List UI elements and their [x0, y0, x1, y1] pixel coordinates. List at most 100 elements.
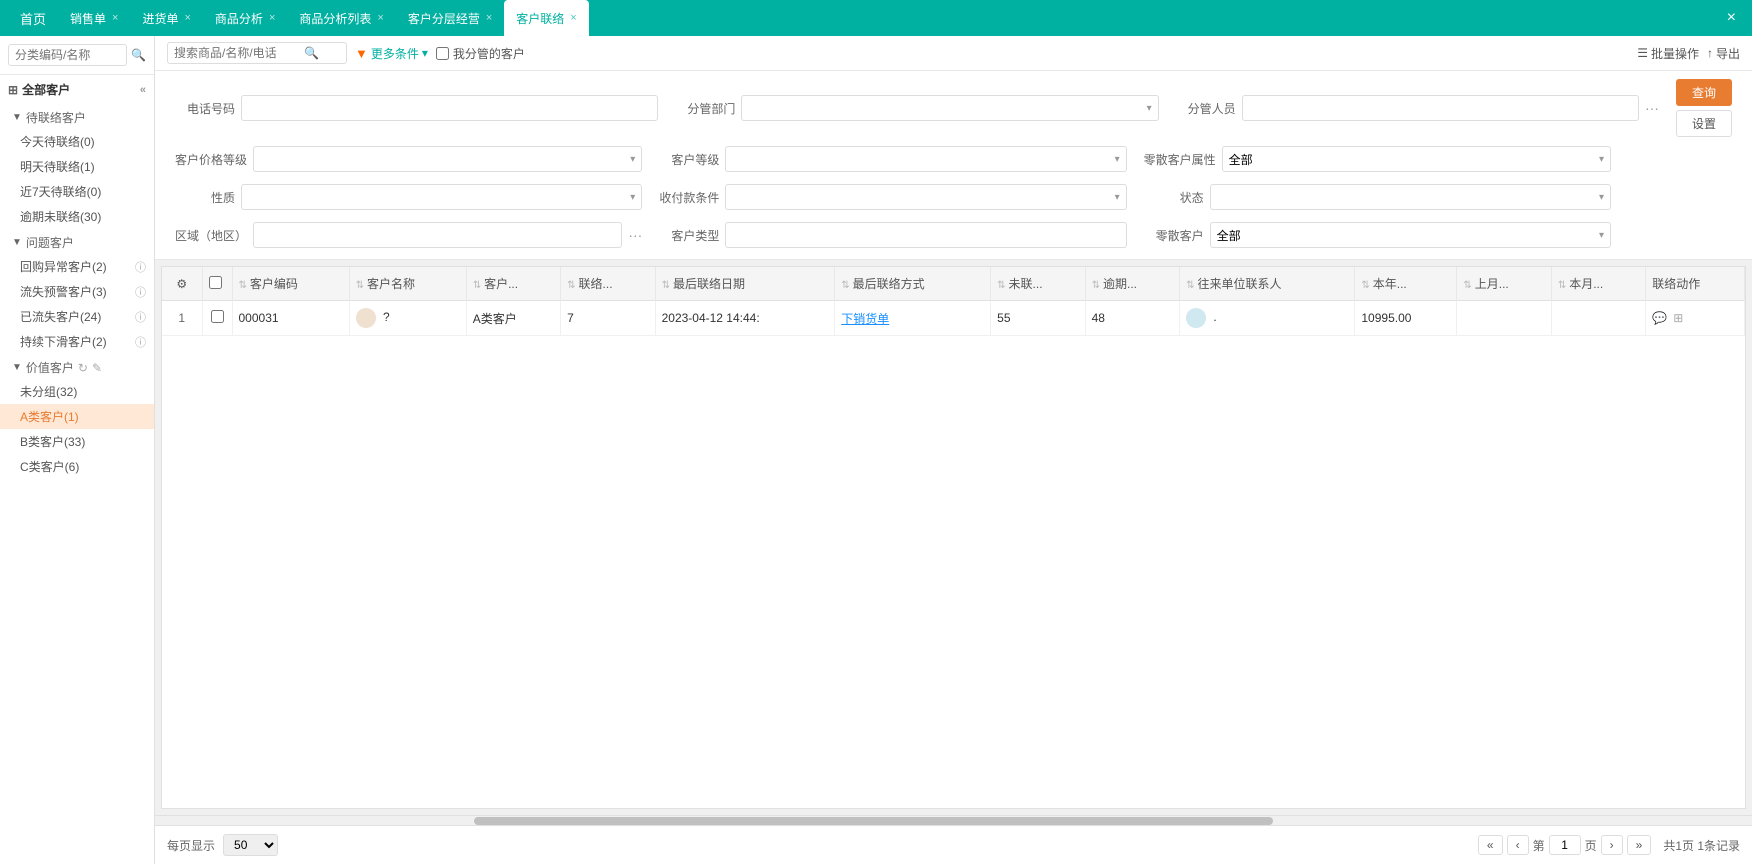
- price-level-select[interactable]: ▾: [253, 146, 642, 172]
- select-all-checkbox[interactable]: [209, 276, 222, 289]
- checkbox-column-header[interactable]: [202, 267, 232, 301]
- tab-customer-contact[interactable]: 客户联络 ×: [504, 0, 588, 36]
- sidebar-item-7days[interactable]: 近7天待联络(0): [0, 179, 154, 204]
- prev-page-btn[interactable]: ‹: [1507, 835, 1529, 855]
- value-customers-group[interactable]: ▼ 价值客户 ↻ ✎: [0, 354, 154, 379]
- sidebar-item-overdue[interactable]: 逾期未联络(30): [0, 204, 154, 229]
- manager-input[interactable]: [1242, 95, 1639, 121]
- tab-goods-analysis[interactable]: 商品分析 ×: [203, 0, 287, 36]
- sidebar-search-input[interactable]: [8, 44, 127, 66]
- phone-input[interactable]: [241, 95, 658, 121]
- sidebar-item-declining[interactable]: 持续下滑客户(2) ⓘ: [0, 329, 154, 354]
- retail-attr-select[interactable]: 全部 ▾: [1222, 146, 1611, 172]
- sidebar-item-churn-warning[interactable]: 流失预警客户(3) ⓘ: [0, 279, 154, 304]
- sidebar-item-class-c[interactable]: C类客户(6): [0, 454, 154, 479]
- filter-retail-customer: 零散客户 全部 ▾: [1136, 219, 1620, 251]
- info-icon-churn-warning: ⓘ: [135, 284, 146, 300]
- sidebar-item-churned[interactable]: 已流失客户(24) ⓘ: [0, 304, 154, 329]
- setting-button[interactable]: 设置: [1676, 110, 1732, 137]
- row-last-contact-method[interactable]: 下销货单: [835, 301, 991, 336]
- my-customers-checkbox[interactable]: [436, 47, 449, 60]
- sidebar-collapse-btn[interactable]: «: [140, 84, 146, 96]
- sidebar-item-ungrouped[interactable]: 未分组(32): [0, 379, 154, 404]
- close-customer-segment-tab[interactable]: ×: [486, 12, 492, 24]
- horizontal-scrollbar[interactable]: [155, 815, 1752, 825]
- sidebar-search-icon[interactable]: 🔍: [131, 48, 146, 62]
- tab-sales[interactable]: 销售单 ×: [58, 0, 130, 36]
- filter-payment: 收付款条件 ▾: [651, 181, 1135, 213]
- comment-icon[interactable]: 💬: [1652, 311, 1667, 325]
- col-name[interactable]: ⇅客户名称: [349, 267, 466, 301]
- problem-customers-group[interactable]: ▼ 问题客户: [0, 229, 154, 254]
- col-no-contact[interactable]: ⇅未联...: [991, 267, 1085, 301]
- gear-column-header[interactable]: ⚙: [162, 267, 202, 301]
- pending-contact-arrow: ▼: [12, 112, 22, 123]
- dept-select[interactable]: ▾: [741, 95, 1158, 121]
- col-last-contact-date[interactable]: ⇅最后联络日期: [655, 267, 835, 301]
- query-button[interactable]: 查询: [1676, 79, 1732, 106]
- home-tab[interactable]: 首页: [8, 0, 58, 36]
- close-purchase-tab[interactable]: ×: [184, 12, 190, 24]
- refresh-value-icon[interactable]: ↻: [78, 361, 88, 375]
- tab-goods-analysis-list[interactable]: 商品分析列表 ×: [287, 0, 395, 36]
- row-no-contact: 55: [991, 301, 1085, 336]
- filter-search-input[interactable]: [174, 46, 304, 60]
- export-btn[interactable]: ↑ 导出: [1707, 45, 1740, 62]
- batch-op-btn[interactable]: ☰ 批量操作: [1637, 45, 1699, 62]
- pending-contact-group[interactable]: ▼ 待联络客户: [0, 104, 154, 129]
- sidebar-item-repurchase-anomaly[interactable]: 回购异常客户(2) ⓘ: [0, 254, 154, 279]
- retail-attr-label: 零散客户属性: [1144, 151, 1216, 168]
- col-code[interactable]: ⇅客户编码: [232, 267, 349, 301]
- table-row: 1 000031 ? A类客户 7 2023-04-12 14:44: 下销货单: [162, 301, 1745, 336]
- manager-more-btn[interactable]: ···: [1645, 100, 1659, 116]
- customer-type-input[interactable]: [725, 222, 1126, 248]
- col-contact-person[interactable]: ⇅往来单位联系人: [1180, 267, 1355, 301]
- edit-value-icon[interactable]: ✎: [92, 361, 102, 375]
- col-current-month[interactable]: ⇅本月...: [1551, 267, 1645, 301]
- page-input[interactable]: [1549, 835, 1581, 855]
- table-header-row: ⚙ ⇅客户编码 ⇅客户名称 ⇅客户... ⇅联络... ⇅最后联络日期 ⇅最后联…: [162, 267, 1745, 301]
- region-more-btn[interactable]: ···: [628, 227, 642, 243]
- tab-customer-segment[interactable]: 客户分层经营 ×: [396, 0, 504, 36]
- payment-select[interactable]: ▾: [725, 184, 1126, 210]
- tab-purchase[interactable]: 进货单 ×: [130, 0, 202, 36]
- customer-level-select[interactable]: ▾: [725, 146, 1126, 172]
- last-page-btn[interactable]: »: [1627, 835, 1652, 855]
- col-current-year[interactable]: ⇅本年...: [1355, 267, 1457, 301]
- close-customer-contact-tab[interactable]: ×: [570, 12, 576, 24]
- retail-customer-select[interactable]: 全部 ▾: [1210, 222, 1611, 248]
- more-conditions-btn[interactable]: ▼ 更多条件 ▾: [355, 45, 428, 62]
- row-checkbox-cell[interactable]: [202, 301, 232, 336]
- status-select[interactable]: ▾: [1210, 184, 1611, 210]
- all-customers-label: 全部客户: [22, 81, 70, 98]
- next-page-btn[interactable]: ›: [1601, 835, 1623, 855]
- contact-method-link[interactable]: 下销货单: [841, 312, 889, 326]
- col-last-month[interactable]: ⇅上月...: [1457, 267, 1551, 301]
- region-input[interactable]: [253, 222, 622, 248]
- nature-select[interactable]: ▾: [241, 184, 642, 210]
- scrollbar-thumb[interactable]: [474, 817, 1273, 825]
- row-checkbox[interactable]: [211, 310, 224, 323]
- all-customers-header[interactable]: ⊞ 全部客户 «: [0, 75, 154, 104]
- close-sales-tab[interactable]: ×: [112, 12, 118, 24]
- sidebar-item-class-a[interactable]: A类客户(1): [0, 404, 154, 429]
- col-overdue[interactable]: ⇅逾期...: [1085, 267, 1179, 301]
- col-last-contact-method[interactable]: ⇅最后联络方式: [835, 267, 991, 301]
- per-page-select[interactable]: 50 100 200: [223, 834, 278, 856]
- first-page-btn[interactable]: «: [1478, 835, 1503, 855]
- col-type[interactable]: ⇅客户...: [466, 267, 560, 301]
- close-all-btn[interactable]: ×: [1719, 9, 1744, 27]
- sort-person-icon: ⇅: [1186, 280, 1194, 291]
- sidebar-item-tomorrow[interactable]: 明天待联络(1): [0, 154, 154, 179]
- filter-search-icon[interactable]: 🔍: [304, 46, 319, 60]
- row-no: 1: [162, 301, 202, 336]
- close-goods-analysis-tab[interactable]: ×: [269, 12, 275, 24]
- row-contact-person: .: [1180, 301, 1355, 336]
- close-goods-analysis-list-tab[interactable]: ×: [377, 12, 383, 24]
- col-contact-count[interactable]: ⇅联络...: [561, 267, 655, 301]
- payment-label: 收付款条件: [659, 189, 719, 206]
- more-action-icon[interactable]: ⊞: [1673, 311, 1683, 325]
- nature-chevron: ▾: [630, 192, 635, 203]
- sidebar-item-today[interactable]: 今天待联络(0): [0, 129, 154, 154]
- sidebar-item-class-b[interactable]: B类客户(33): [0, 429, 154, 454]
